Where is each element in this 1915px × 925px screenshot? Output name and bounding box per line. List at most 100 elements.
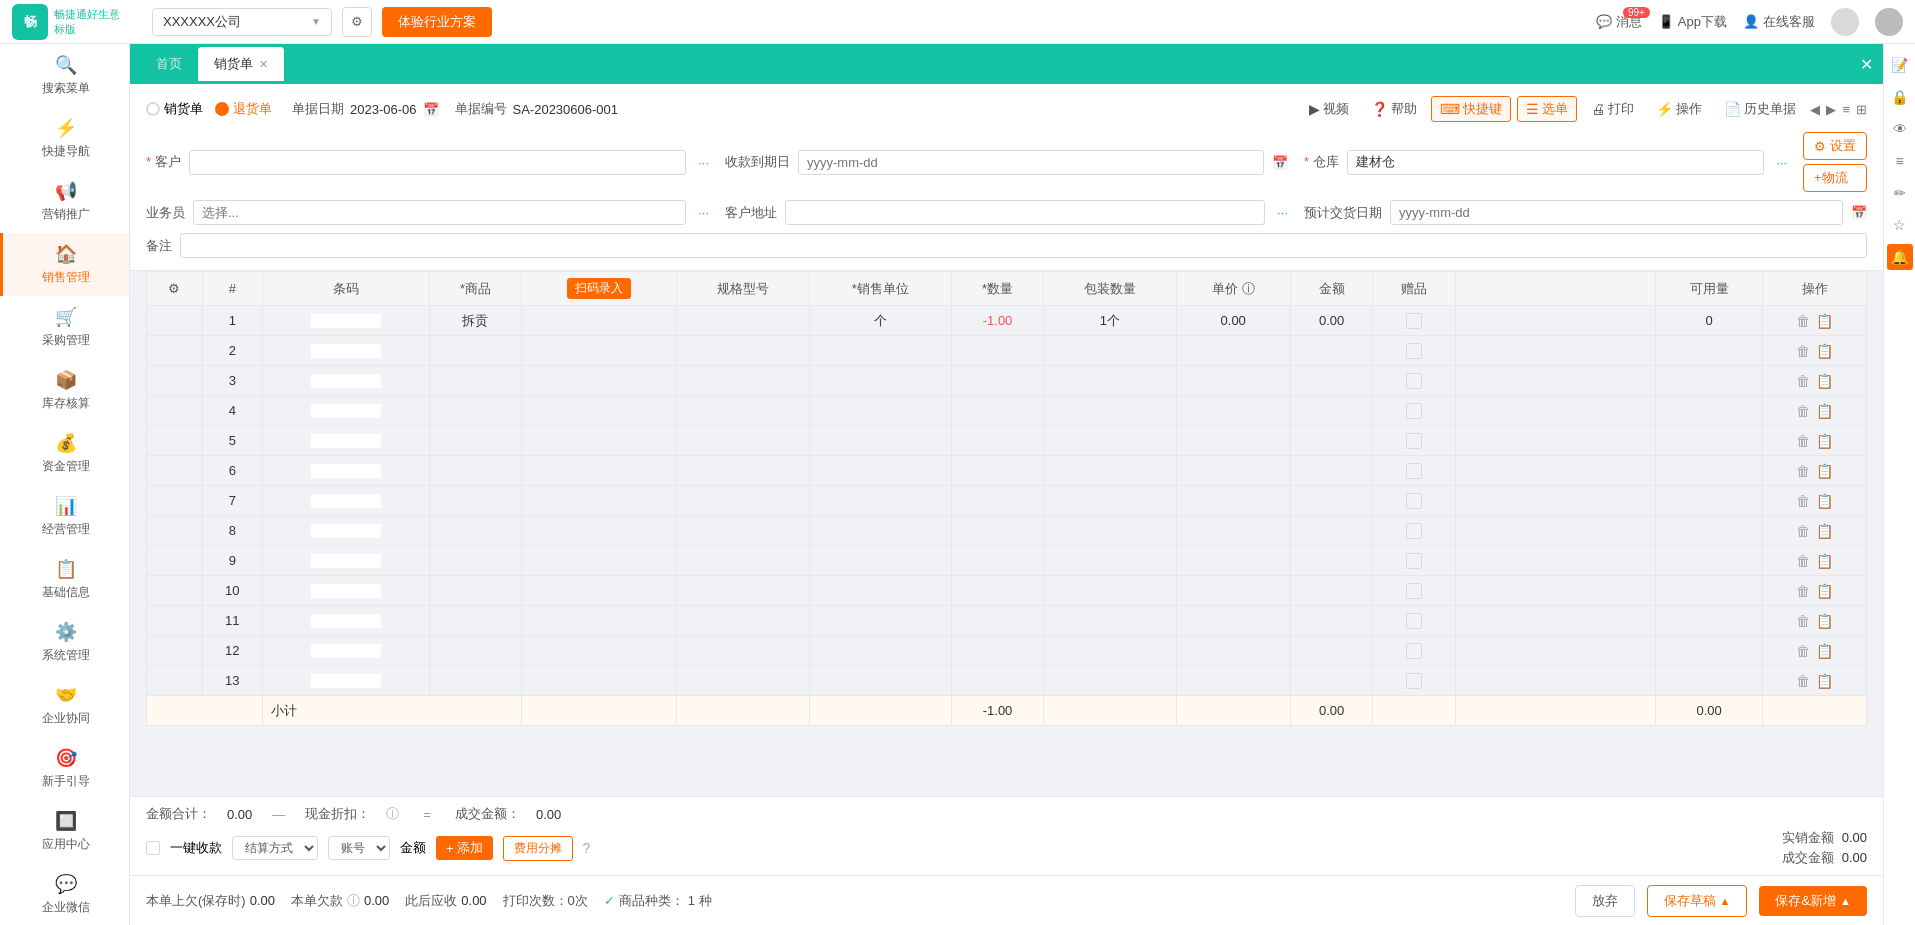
payment-due-input[interactable] <box>798 150 1264 175</box>
app-download-btn[interactable]: 📱 App下载 <box>1658 13 1727 31</box>
close-all-tabs-icon[interactable]: ✕ <box>1860 55 1873 74</box>
logistics-button[interactable]: +物流 <box>1803 164 1867 192</box>
sidebar-item-inventory[interactable]: 📦 库存核算 <box>0 359 129 422</box>
message-btn[interactable]: 💬 消息 99+ <box>1596 13 1642 31</box>
copy-row-icon[interactable]: 📋 <box>1816 523 1833 539</box>
customer-input[interactable] <box>189 150 686 175</box>
sidebar-item-system[interactable]: ⚙️ 系统管理 <box>0 611 129 674</box>
sidebar-item-collab[interactable]: 🤝 企业协同 <box>0 674 129 737</box>
toolbar-select[interactable]: ☰ 选单 <box>1517 96 1577 122</box>
nav-prev-icon[interactable]: ◀ <box>1810 102 1820 117</box>
notes-input[interactable] <box>180 233 1867 258</box>
nav-next-icon[interactable]: ▶ <box>1826 102 1836 117</box>
delete-row-icon[interactable]: 🗑 <box>1796 523 1810 539</box>
account-select[interactable]: 账号 <box>328 836 390 860</box>
sidebar-item-purchase[interactable]: 🛒 采购管理 <box>0 296 129 359</box>
delete-row-icon[interactable]: 🗑 <box>1796 433 1810 449</box>
copy-row-icon[interactable]: 📋 <box>1816 493 1833 509</box>
sidebar-item-marketing[interactable]: 📢 营销推广 <box>0 170 129 233</box>
delivery-calendar-icon[interactable]: 📅 <box>1851 205 1867 220</box>
delete-row-icon[interactable]: 🗑 <box>1796 673 1810 689</box>
sidebar-item-apps[interactable]: 🔲 应用中心 <box>0 800 129 863</box>
delivery-date-input[interactable] <box>1390 200 1843 225</box>
copy-row-icon[interactable]: 📋 <box>1816 343 1833 359</box>
copy-row-icon[interactable]: 📋 <box>1816 643 1833 659</box>
right-panel-star-btn[interactable]: ☆ <box>1887 212 1913 238</box>
sidebar-item-guide[interactable]: 🎯 新手引导 <box>0 737 129 800</box>
tab-sales-order[interactable]: 销货单 ✕ <box>198 47 284 81</box>
tab-close-icon[interactable]: ✕ <box>259 58 268 71</box>
delete-row-icon[interactable]: 🗑 <box>1796 583 1810 599</box>
settings-button[interactable]: ⚙ 设置 <box>1803 132 1867 160</box>
balance-help-icon[interactable]: ⓘ <box>347 892 360 910</box>
experience-button[interactable]: 体验行业方案 <box>382 7 492 37</box>
toolbar-help[interactable]: ❓ 帮助 <box>1363 97 1425 121</box>
delete-row-icon[interactable]: 🗑 <box>1796 463 1810 479</box>
delete-row-icon[interactable]: 🗑 <box>1796 643 1810 659</box>
col-header-scan[interactable]: 扫码录入 <box>522 272 677 306</box>
list-view-icon[interactable]: ≡ <box>1842 102 1850 117</box>
warehouse-input[interactable] <box>1347 150 1764 175</box>
date-calendar-icon[interactable]: 📅 <box>423 102 439 117</box>
right-panel-note-btn[interactable]: 📝 <box>1887 52 1913 78</box>
sidebar-item-sales[interactable]: 🏠 销售管理 <box>0 233 129 296</box>
help-circle-icon[interactable]: ⓘ <box>386 805 399 823</box>
address-more-icon[interactable]: ··· <box>1277 205 1288 220</box>
customer-address-input[interactable] <box>785 200 1265 225</box>
delete-row-icon[interactable]: 🗑 <box>1796 373 1810 389</box>
settings-icon[interactable]: ⚙ <box>342 7 372 37</box>
copy-row-icon[interactable]: 📋 <box>1816 673 1833 689</box>
payment-help-icon[interactable]: ? <box>583 840 591 856</box>
copy-row-icon[interactable]: 📋 <box>1816 463 1833 479</box>
one-click-payment-checkbox[interactable] <box>146 841 160 855</box>
discard-button[interactable]: 放弃 <box>1575 885 1635 917</box>
copy-row-icon[interactable]: 📋 <box>1816 373 1833 389</box>
toolbar-operate[interactable]: ⚡ 操作 <box>1648 97 1710 121</box>
copy-row-icon[interactable]: 📋 <box>1816 403 1833 419</box>
grid-view-icon[interactable]: ⊞ <box>1856 102 1867 117</box>
customer-more-icon[interactable]: ··· <box>698 155 709 170</box>
toolbar-history[interactable]: 📄 历史单据 <box>1716 97 1804 121</box>
sidebar-item-quick-nav[interactable]: ⚡ 快捷导航 <box>0 107 129 170</box>
delete-row-icon[interactable]: 🗑 <box>1796 403 1810 419</box>
right-panel-lock-btn[interactable]: 🔒 <box>1887 84 1913 110</box>
toolbar-video[interactable]: ▶ 视频 <box>1301 97 1357 121</box>
online-service-btn[interactable]: 👤 在线客服 <box>1743 13 1815 31</box>
scan-button[interactable]: 扫码录入 <box>567 278 631 299</box>
toolbar-print[interactable]: 🖨 打印 <box>1583 97 1642 121</box>
delete-row-icon[interactable]: 🗑 <box>1796 313 1810 329</box>
copy-row-icon[interactable]: 📋 <box>1816 313 1833 329</box>
save-new-button[interactable]: 保存&新增 ▲ <box>1759 886 1867 916</box>
delete-row-icon[interactable]: 🗑 <box>1796 553 1810 569</box>
right-panel-notify-btn[interactable]: 🔔 <box>1887 244 1913 270</box>
col-header-settings[interactable]: ⚙ <box>147 272 203 306</box>
toolbar-shortcut[interactable]: ⌨ 快捷键 <box>1431 96 1511 122</box>
payment-due-calendar-icon[interactable]: 📅 <box>1272 155 1288 170</box>
sidebar-item-wechat[interactable]: 💬 企业微信 <box>0 863 129 925</box>
right-panel-eye-btn[interactable]: 👁 <box>1887 116 1913 142</box>
expense-split-button[interactable]: 费用分摊 <box>503 836 573 861</box>
warehouse-more-icon[interactable]: ··· <box>1776 155 1787 170</box>
salesperson-more-icon[interactable]: ··· <box>698 205 709 220</box>
copy-row-icon[interactable]: 📋 <box>1816 553 1833 569</box>
delete-row-icon[interactable]: 🗑 <box>1796 613 1810 629</box>
copy-row-icon[interactable]: 📋 <box>1816 583 1833 599</box>
tab-home[interactable]: 首页 <box>140 47 198 81</box>
avatar[interactable] <box>1831 8 1859 36</box>
delete-row-icon[interactable]: 🗑 <box>1796 343 1810 359</box>
company-selector[interactable]: XXXXXX公司 ▼ <box>152 8 332 36</box>
copy-row-icon[interactable]: 📋 <box>1816 433 1833 449</box>
sidebar-item-basics[interactable]: 📋 基础信息 <box>0 548 129 611</box>
delete-row-icon[interactable]: 🗑 <box>1796 493 1810 509</box>
radio-sales-order[interactable]: 销货单 <box>146 100 203 118</box>
copy-row-icon[interactable]: 📋 <box>1816 613 1833 629</box>
avatar-secondary[interactable] <box>1875 8 1903 36</box>
sidebar-item-operations[interactable]: 📊 经营管理 <box>0 485 129 548</box>
save-draft-button[interactable]: 保存草稿 ▲ <box>1647 885 1748 917</box>
salesperson-input[interactable] <box>193 200 686 225</box>
settlement-method-select[interactable]: 结算方式 <box>232 836 318 860</box>
add-payment-button[interactable]: + 添加 <box>436 836 493 860</box>
sidebar-item-search[interactable]: 🔍 搜索菜单 <box>0 44 129 107</box>
radio-return-order[interactable]: 退货单 <box>215 100 272 118</box>
right-panel-edit-btn[interactable]: ✏ <box>1887 180 1913 206</box>
